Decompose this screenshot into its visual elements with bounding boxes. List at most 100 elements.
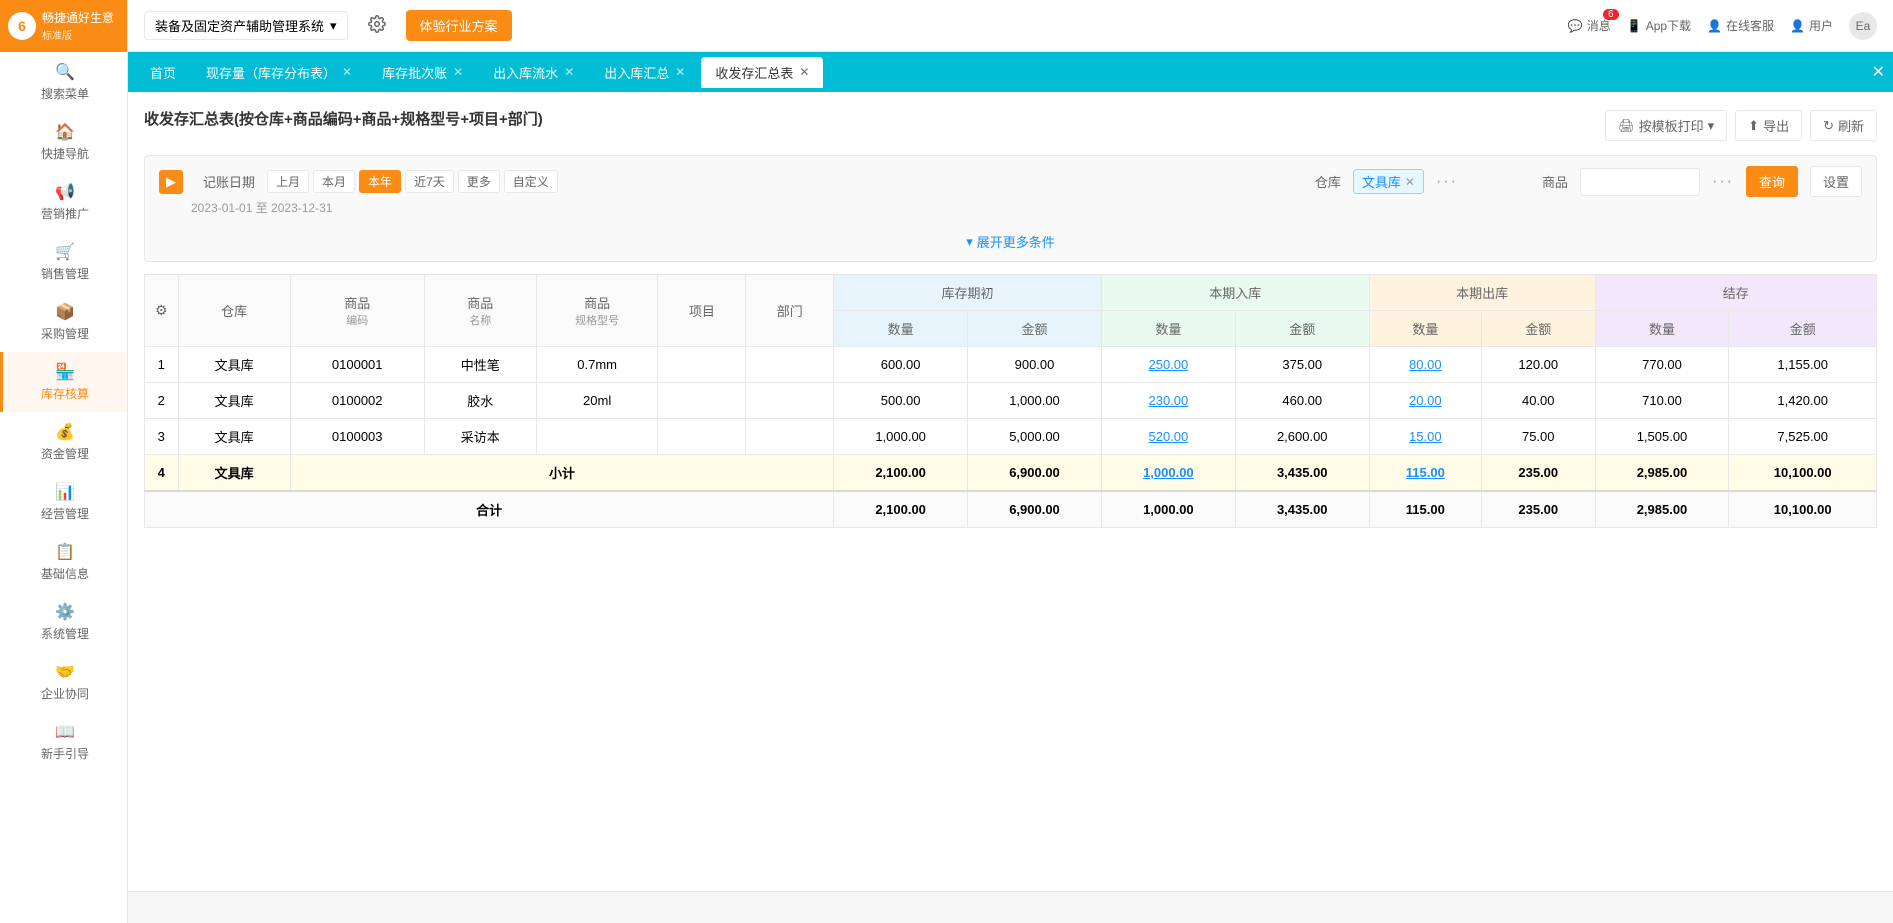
tab-stocktake[interactable]: 收发存汇总表 ✕: [701, 57, 823, 88]
expand-label: 展开更多条件: [977, 232, 1055, 251]
date-btn-lastmonth[interactable]: 上月: [267, 170, 309, 193]
warehouse-tag-close[interactable]: ✕: [1405, 175, 1415, 189]
subtotal-close-qty: 2,985.00: [1595, 455, 1729, 492]
tab-flow-label: 出入库流水: [493, 63, 558, 82]
close-all-tabs-btn[interactable]: ✕: [1872, 62, 1885, 82]
message-btn[interactable]: 💬 消息 6: [1568, 17, 1611, 34]
row-out-qty[interactable]: 80.00: [1369, 347, 1481, 383]
sidebar-item-sales[interactable]: 🛒 销售管理: [0, 232, 127, 292]
user-menu[interactable]: 👤 用户: [1790, 17, 1833, 34]
expand-filter-btn[interactable]: ▾ 展开更多条件: [966, 232, 1055, 251]
col-open-amt-header: 金额: [968, 311, 1102, 347]
sidebar-item-label: 系统管理: [41, 625, 89, 642]
app-badge: 标准版: [42, 27, 114, 42]
experience-btn[interactable]: 体验行业方案: [406, 10, 512, 41]
sidebar-item-quicknav[interactable]: 🏠 快捷导航: [0, 112, 127, 172]
tab-stocktake-label: 收发存汇总表: [715, 63, 793, 82]
app-name: 畅捷通好生意: [42, 10, 114, 27]
total-close-qty: 2,985.00: [1595, 491, 1729, 528]
col-open-qty-header: 数量: [834, 311, 968, 347]
sidebar-item-guide[interactable]: 📖 新手引导: [0, 712, 127, 772]
subtotal-out-qty: 115.00: [1369, 455, 1481, 492]
date-btn-more[interactable]: 更多: [458, 170, 500, 193]
warehouse-more-btn[interactable]: ···: [1436, 173, 1458, 191]
sidebar-item-label: 销售管理: [41, 265, 89, 282]
query-btn[interactable]: 查询: [1746, 166, 1798, 197]
app-download-btn[interactable]: 📱 App下载: [1627, 17, 1691, 34]
tab-batch-account[interactable]: 库存批次账 ✕: [368, 57, 477, 88]
purchase-icon: 📦: [55, 302, 75, 322]
tab-close-icon[interactable]: ✕: [799, 65, 809, 79]
subtotal-warehouse: 文具库: [178, 455, 290, 492]
date-btn-custom[interactable]: 自定义: [504, 170, 558, 193]
sidebar-item-label: 营销推广: [41, 205, 89, 222]
tab-home-label: 首页: [150, 63, 176, 82]
print-btn[interactable]: 🖨 按模板打印 ▾: [1605, 110, 1727, 141]
sidebar-item-operations[interactable]: 📊 经营管理: [0, 472, 127, 532]
total-open-qty: 2,100.00: [834, 491, 968, 528]
date-btn-thisyear[interactable]: 本年: [359, 170, 401, 193]
tab-close-icon[interactable]: ✕: [453, 65, 463, 79]
sidebar-item-search[interactable]: 🔍 搜索菜单: [0, 52, 127, 112]
row-spec: 20ml: [536, 383, 658, 419]
tab-inventory-dist[interactable]: 现存量（库存分布表） ✕: [192, 57, 366, 88]
filter-toggle-btn[interactable]: ▶: [159, 170, 183, 194]
tab-close-icon[interactable]: ✕: [675, 65, 685, 79]
sidebar-item-basic[interactable]: 📋 基础信息: [0, 532, 127, 592]
table-settings-icon[interactable]: ⚙: [155, 302, 168, 318]
date-btn-thismonth[interactable]: 本月: [313, 170, 355, 193]
row-out-qty[interactable]: 20.00: [1369, 383, 1481, 419]
online-service-btn[interactable]: 👤 在线客服: [1707, 17, 1774, 34]
user-label: 用户: [1809, 17, 1833, 34]
goods-input[interactable]: [1580, 168, 1700, 196]
col-project-header: 项目: [658, 275, 746, 347]
date-btn-7days[interactable]: 近7天: [405, 170, 454, 193]
settings-btn[interactable]: 设置: [1810, 166, 1862, 197]
tab-close-icon[interactable]: ✕: [564, 65, 574, 79]
data-table: ⚙ 仓库 商品编码 商品名称 商品规格型号 项目 部门 库存期初 本期入库 本期…: [144, 274, 1877, 528]
sidebar-item-finance[interactable]: 💰 资金管理: [0, 412, 127, 472]
tab-inventory-dist-label: 现存量（库存分布表）: [206, 63, 336, 82]
sales-icon: 🛒: [55, 242, 75, 262]
tab-batch-account-label: 库存批次账: [382, 63, 447, 82]
total-in-amt: 3,435.00: [1235, 491, 1369, 528]
user-avatar[interactable]: Ea: [1849, 12, 1877, 40]
sidebar-item-marketing[interactable]: 📢 营销推广: [0, 172, 127, 232]
row-in-qty[interactable]: 520.00: [1101, 419, 1235, 455]
tab-summary-inout[interactable]: 出入库汇总 ✕: [590, 57, 699, 88]
row-in-qty[interactable]: 230.00: [1101, 383, 1235, 419]
row-no: 1: [145, 347, 179, 383]
export-btn[interactable]: ⬆ 导出: [1735, 110, 1802, 141]
sidebar-item-label: 资金管理: [41, 445, 89, 462]
refresh-btn[interactable]: ↻ 刷新: [1810, 110, 1877, 141]
tab-flow[interactable]: 出入库流水 ✕: [479, 57, 588, 88]
row-out-qty[interactable]: 15.00: [1369, 419, 1481, 455]
sidebar-item-system[interactable]: ⚙️ 系统管理: [0, 592, 127, 652]
row-in-amt: 375.00: [1235, 347, 1369, 383]
tab-close-icon[interactable]: ✕: [342, 65, 352, 79]
sidebar-item-enterprise[interactable]: 🤝 企业协同: [0, 652, 127, 712]
tab-home[interactable]: 首页: [136, 57, 190, 88]
dropdown-arrow-icon: ▾: [330, 18, 337, 34]
subtotal-in-qty: 1,000.00: [1101, 455, 1235, 492]
row-in-amt: 460.00: [1235, 383, 1369, 419]
row-in-qty[interactable]: 250.00: [1101, 347, 1235, 383]
system-title: 装备及固定资产辅助管理系统: [155, 16, 324, 35]
user-icon: 👤: [1790, 19, 1805, 33]
print-icon: 🖨: [1618, 118, 1635, 134]
main-content: 装备及固定资产辅助管理系统 ▾ 体验行业方案 💬 消息 6 📱 App下载 👤 …: [128, 0, 1893, 923]
col-settings-header[interactable]: ⚙: [145, 275, 179, 347]
sidebar-item-inventory[interactable]: 🏪 库存核算: [0, 352, 127, 412]
goods-more-btn[interactable]: ···: [1712, 173, 1734, 191]
sidebar-nav: 🔍 搜索菜单 🏠 快捷导航 📢 营销推广 🛒 销售管理 📦 采购管理 🏪 库存核…: [0, 52, 127, 923]
row-close-qty: 1,505.00: [1595, 419, 1729, 455]
col-spec-header: 商品规格型号: [536, 275, 658, 347]
col-close-amt-header: 金额: [1729, 311, 1877, 347]
page-title: 收发存汇总表(按仓库+商品编码+商品+规格型号+项目+部门): [144, 108, 543, 129]
total-label: 合计: [145, 491, 834, 528]
sidebar-item-label: 库存核算: [41, 385, 89, 402]
row-code: 0100003: [290, 419, 424, 455]
settings-gear[interactable]: [368, 15, 386, 36]
sidebar-item-purchase[interactable]: 📦 采购管理: [0, 292, 127, 352]
system-selector[interactable]: 装备及固定资产辅助管理系统 ▾: [144, 11, 348, 40]
